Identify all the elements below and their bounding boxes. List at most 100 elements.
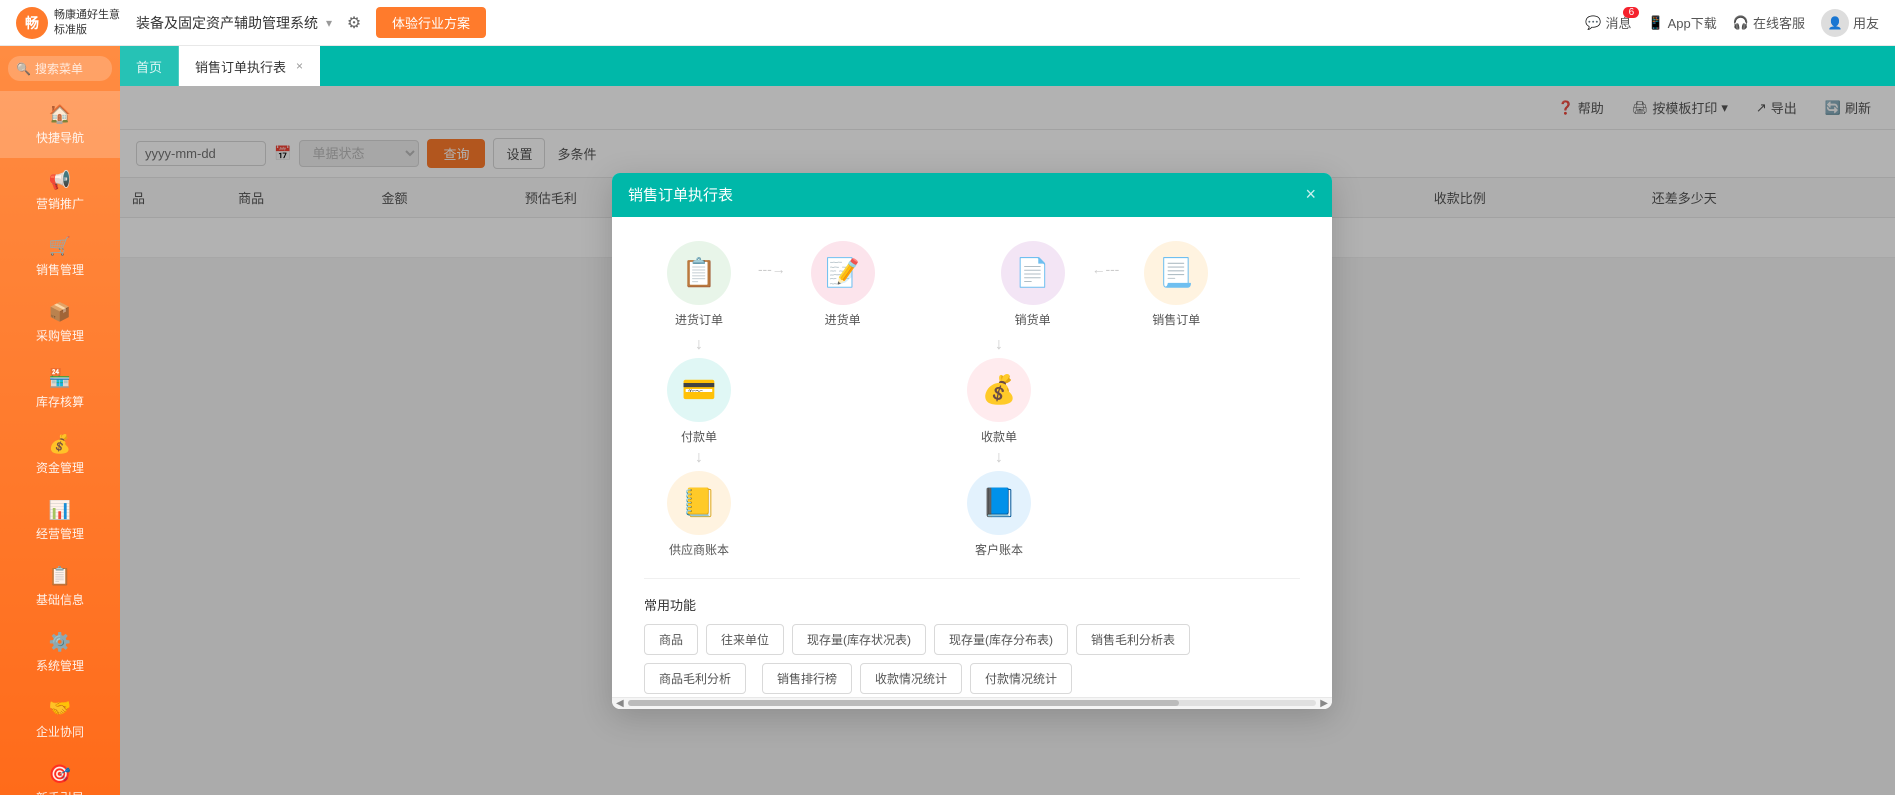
chevron-down-icon[interactable]: ▾ [326, 16, 332, 30]
cf-btn-payment-stats[interactable]: 付款情况统计 [970, 663, 1072, 694]
cf-btn-sales-gross[interactable]: 销售毛利分析表 [1076, 624, 1190, 655]
message-button[interactable]: 💬 消息 6 [1585, 13, 1631, 32]
purchase-bill-circle: 📝 [811, 241, 875, 305]
customer-ledger-circle: 📘 [967, 471, 1031, 535]
flow-node-payment[interactable]: 💳 付款单 [644, 358, 754, 445]
operations-icon: 📊 [49, 500, 71, 521]
common-function-buttons: 商品 往来单位 现存量(库存状况表) 现存量(库存分布表) 销售毛利分析表 商品… [644, 624, 1300, 694]
flow-col-sales-bill: ↓ 💰 收款单 ↓ 📘 [944, 332, 1054, 558]
message-badge: 6 [1623, 7, 1639, 18]
purchase-bill-label: 进货单 [825, 311, 861, 328]
flow-diagram: 📋 进货订单 - - - → 📝 进货单 [644, 241, 1300, 558]
flow-node-purchase-bill[interactable]: 📝 进货单 [788, 241, 898, 328]
receipt-label: 收款单 [981, 428, 1017, 445]
enterprise-icon: 🤝 [49, 698, 71, 719]
search-menu-button[interactable]: 🔍 搜索菜单 [8, 56, 112, 81]
flow-node-purchase-order[interactable]: 📋 进货订单 [644, 241, 754, 328]
purchase-order-circle: 📋 [667, 241, 731, 305]
sales-icon: 🛒 [49, 236, 71, 257]
logo-text: 畅康通好生意 标准版 [54, 8, 120, 37]
system-title: 装备及固定资产辅助管理系统 [136, 13, 318, 33]
payment-label: 付款单 [681, 428, 717, 445]
arrow-purchase-order-to-bill: - - - → [758, 241, 784, 277]
quick-nav-modal: 销售订单执行表 × 📋 进 [612, 173, 1332, 709]
inventory-icon: 🏪 [49, 368, 71, 389]
home-icon: 🏠 [49, 104, 71, 125]
common-functions-section: 常用功能 商品 往来单位 现存量(库存状况表) 现存量(库存分布表) 销售毛利分… [644, 578, 1300, 694]
cf-btn-sales-rank[interactable]: 销售排行榜 [762, 663, 852, 694]
sales-bill-circle: 📄 [1001, 241, 1065, 305]
top-header: 畅 畅康通好生意 标准版 装备及固定资产辅助管理系统 ▾ ⚙ 体验行业方案 💬 … [0, 0, 1895, 46]
page-area: ❓ 帮助 🖨 按模板打印 ▾ ↗ 导出 🔄 刷新 [120, 86, 1895, 795]
sidebar-item-quick-nav[interactable]: 🏠 快捷导航 [0, 92, 120, 158]
flow-col-purchase-bill: ↓ 💳 付款单 ↓ 📒 [644, 332, 754, 558]
flow-node-sales-bill[interactable]: 📄 销货单 [978, 241, 1088, 328]
search-icon: 🔍 [16, 62, 31, 76]
cf-btn-product-gross[interactable]: 商品毛利分析 [644, 663, 746, 694]
flow-node-receipt[interactable]: 💰 收款单 [944, 358, 1054, 445]
sidebar-item-purchase[interactable]: 📦 采购管理 [0, 290, 120, 356]
sidebar-search-area: 🔍 搜索菜单 [0, 46, 120, 92]
cf-btn-stock-dist[interactable]: 现存量(库存分布表) [934, 624, 1068, 655]
flow-node-supplier-ledger[interactable]: 📒 供应商账本 [644, 471, 754, 558]
guide-icon: 🎯 [49, 764, 71, 785]
flow-mid-row: ↓ 💳 付款单 ↓ 📒 [644, 332, 1300, 558]
supplier-ledger-circle: 📒 [667, 471, 731, 535]
header-right: 💬 消息 6 📱 App下载 🎧 在线客服 👤 用友 [1585, 9, 1879, 37]
marketing-icon: 📢 [49, 170, 71, 191]
receipt-circle: 💰 [967, 358, 1031, 422]
sidebar-item-enterprise[interactable]: 🤝 企业协同 [0, 686, 120, 752]
modal-close-button[interactable]: × [1305, 184, 1316, 205]
customer-ledger-label: 客户账本 [975, 541, 1023, 558]
sidebar-item-finance[interactable]: 💰 资金管理 [0, 422, 120, 488]
supplier-ledger-label: 供应商账本 [669, 541, 729, 558]
tab-home[interactable]: 首页 [120, 46, 179, 86]
base-info-icon: 📋 [49, 566, 71, 587]
headset-icon: 🎧 [1733, 15, 1749, 31]
arrow-down-purchase: ↓ [695, 336, 703, 354]
sidebar-item-sys-mgmt[interactable]: ⚙️ 系统管理 [0, 620, 120, 686]
main-content: 首页 销售订单执行表 × ❓ 帮助 🖨 按模板打印 ▾ [120, 46, 1895, 795]
arrow-down-sales: ↓ [995, 336, 1003, 354]
tab-close-button[interactable]: × [296, 59, 303, 73]
cf-btn-stock-status[interactable]: 现存量(库存状况表) [792, 624, 926, 655]
scrollbar-right-arrow[interactable]: ▶ [1320, 698, 1328, 709]
tab-sales-order-exec[interactable]: 销售订单执行表 × [179, 46, 320, 86]
sidebar-item-base-info[interactable]: 📋 基础信息 [0, 554, 120, 620]
flow-node-customer-ledger[interactable]: 📘 客户账本 [944, 471, 1054, 558]
online-service-button[interactable]: 🎧 在线客服 [1733, 13, 1805, 32]
modal-body: 📋 进货订单 - - - → 📝 进货单 [612, 217, 1332, 697]
sys-mgmt-icon: ⚙️ [49, 632, 71, 653]
modal-scrollbar: ◀ ▶ [612, 697, 1332, 709]
arrow-down-receipt: ↓ [995, 449, 1003, 467]
scrollbar-left-arrow[interactable]: ◀ [616, 698, 624, 709]
settings-button[interactable]: ⚙ [340, 9, 368, 37]
experience-button[interactable]: 体验行业方案 [376, 7, 486, 38]
system-title-area: 装备及固定资产辅助管理系统 ▾ ⚙ 体验行业方案 [136, 7, 1585, 38]
sidebar-item-operations[interactable]: 📊 经营管理 [0, 488, 120, 554]
sidebar-item-new-guide[interactable]: 🎯 新手引导 [0, 752, 120, 795]
cf-btn-partner[interactable]: 往来单位 [706, 624, 784, 655]
user-menu[interactable]: 👤 用友 [1821, 9, 1879, 37]
cf-btn-receipt-stats[interactable]: 收款情况统计 [860, 663, 962, 694]
scrollbar-thumb [628, 700, 1179, 706]
tab-bar: 首页 销售订单执行表 × [120, 46, 1895, 86]
main-layout: 🔍 搜索菜单 🏠 快捷导航 📢 营销推广 🛒 销售管理 📦 采购管理 🏪 库存核… [0, 46, 1895, 795]
finance-icon: 💰 [49, 434, 71, 455]
app-download-button[interactable]: 📱 App下载 [1647, 13, 1716, 32]
sidebar-item-inventory[interactable]: 🏪 库存核算 [0, 356, 120, 422]
avatar: 👤 [1821, 9, 1849, 37]
modal-title: 销售订单执行表 [628, 184, 733, 205]
scrollbar-track[interactable] [628, 700, 1317, 706]
cf-btn-product[interactable]: 商品 [644, 624, 698, 655]
common-functions-title: 常用功能 [644, 595, 1300, 614]
sales-order-circle: 📃 [1144, 241, 1208, 305]
flow-node-sales-order[interactable]: 📃 销售订单 [1121, 241, 1231, 328]
purchase-icon: 📦 [49, 302, 71, 323]
logo-icon: 畅 [16, 7, 48, 39]
logo-area: 畅 畅康通好生意 标准版 [16, 7, 136, 39]
sidebar-item-sales[interactable]: 🛒 销售管理 [0, 224, 120, 290]
sales-order-label: 销售订单 [1152, 311, 1200, 328]
sidebar-item-marketing[interactable]: 📢 营销推广 [0, 158, 120, 224]
payment-circle: 💳 [667, 358, 731, 422]
